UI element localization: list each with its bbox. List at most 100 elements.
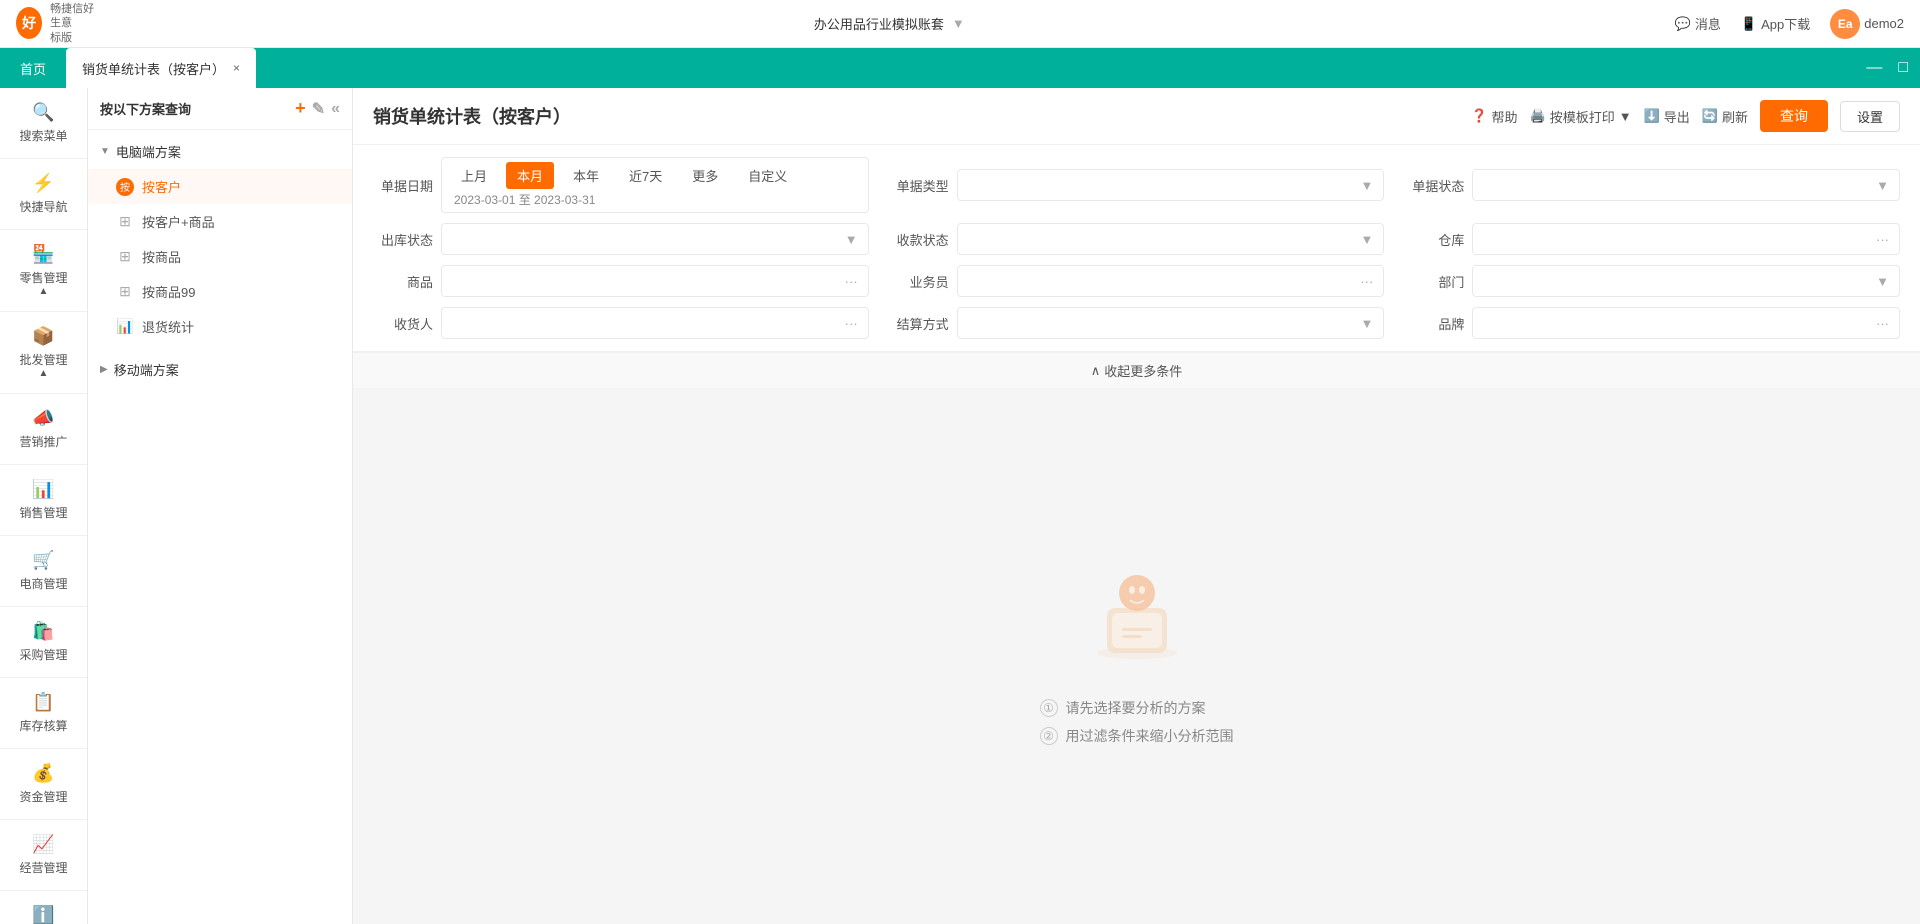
tab-active[interactable]: 销货单统计表（按客户） × xyxy=(66,48,256,88)
sidebar-item-sales[interactable]: 📊 销售管理 xyxy=(0,465,87,536)
refresh-icon: 🔄 xyxy=(1702,108,1718,124)
salesperson-dots[interactable]: ··· xyxy=(1360,274,1373,289)
operations-icon: 📈 xyxy=(32,834,54,855)
warehouse-label: 仓库 xyxy=(1404,230,1464,249)
scheme-panel-header: 按以下方案查询 + ✎ « xyxy=(88,88,352,130)
sidebar-item-marketing[interactable]: 📣 营销推广 xyxy=(0,394,87,465)
desktop-group-toggle[interactable]: ▼ 电脑端方案 xyxy=(88,134,352,169)
basic-icon: ℹ️ xyxy=(32,905,54,924)
consignee-input[interactable]: ··· xyxy=(441,307,869,339)
date-quick-buttons: 上月 本月 本年 近7天 更多 自定义 xyxy=(450,162,798,189)
sidebar-item-quicknav[interactable]: ⚡ 快捷导航 xyxy=(0,159,87,230)
sidebar-item-inventory[interactable]: 📋 库存核算 xyxy=(0,678,87,749)
scheme-item-by-product-99[interactable]: ⊞ 按商品99 xyxy=(88,274,352,309)
empty-hint-1: ① 请先选择要分析的方案 xyxy=(1040,698,1234,718)
retail-expand-icon: ▲ xyxy=(39,286,49,297)
title-dropdown-icon[interactable]: ▼ xyxy=(952,16,965,31)
salesperson-label: 业务员 xyxy=(889,272,949,291)
export-button[interactable]: ⬇️ 导出 xyxy=(1644,107,1690,126)
scheme-item-by-customer[interactable]: 按 按客户 xyxy=(88,169,352,204)
hint-2-number: ② xyxy=(1040,727,1058,745)
filter-cell-order-status: 单据状态 ▼ xyxy=(1404,157,1900,213)
user-avatar-button[interactable]: Ea demo2 xyxy=(1830,9,1904,39)
scheme-item-return-stats[interactable]: 📊 退货统计 xyxy=(88,309,352,344)
filter-row-2: 出库状态 ▼ 收款状态 ▼ 仓库 xyxy=(373,223,1900,255)
export-icon: ⬇️ xyxy=(1644,108,1660,124)
warehouse-dots[interactable]: ··· xyxy=(1876,232,1889,247)
sidebar-item-basic[interactable]: ℹ️ 基础信息 xyxy=(0,891,87,924)
sidebar-item-retail[interactable]: 🏪 零售管理 ▲ xyxy=(0,230,87,312)
date-filter-control: 上月 本月 本年 近7天 更多 自定义 2023-03-01 至 2023-03… xyxy=(441,157,869,213)
mobile-group-toggle[interactable]: ▶ 移动端方案 xyxy=(88,352,352,387)
scheme-item-by-customer-product[interactable]: ⊞ 按客户+商品 xyxy=(88,204,352,239)
help-button[interactable]: ❓ 帮助 xyxy=(1471,107,1517,126)
scheme-edit-button[interactable]: ✎ xyxy=(312,99,325,119)
brand-input[interactable]: ··· xyxy=(1472,307,1900,339)
settlement-select[interactable]: ▼ xyxy=(957,307,1385,339)
product-dots[interactable]: ··· xyxy=(845,274,858,289)
filter-cell-receipt-status: 收款状态 ▼ xyxy=(889,223,1385,255)
sidebar-item-purchase[interactable]: 🛍️ 采购管理 xyxy=(0,607,87,678)
department-label: 部门 xyxy=(1404,272,1464,291)
mobile-group-arrow: ▶ xyxy=(100,364,108,375)
scheme-item-by-product[interactable]: ⊞ 按商品 xyxy=(88,239,352,274)
message-button[interactable]: 💬 消息 xyxy=(1675,14,1721,33)
main-content: 销货单统计表（按客户） ❓ 帮助 🖨️ 按模板打印 ▼ ⬇️ 导出 xyxy=(353,88,1920,924)
tab-close-button[interactable]: × xyxy=(233,61,240,75)
collapse-up-icon: ∧ xyxy=(1091,363,1101,379)
print-button[interactable]: 🖨️ 按模板打印 ▼ xyxy=(1530,107,1632,126)
wholesale-expand-icon: ▲ xyxy=(39,368,49,379)
brand-dots[interactable]: ··· xyxy=(1876,316,1889,331)
empty-state-illustration xyxy=(1077,558,1197,678)
receipt-status-dropdown-icon: ▼ xyxy=(1360,232,1373,247)
out-status-select[interactable]: ▼ xyxy=(441,223,869,255)
empty-hint-2: ② 用过滤条件来缩小分析范围 xyxy=(1040,726,1234,746)
query-button[interactable]: 查询 xyxy=(1760,100,1828,132)
logo-area: 好 畅捷信好生意 标版 xyxy=(16,2,104,45)
sidebar: 🔍 搜索菜单 ⚡ 快捷导航 🏪 零售管理 ▲ 📦 批发管理 ▲ 📣 营销推广 📊… xyxy=(0,88,88,924)
date-btn-custom[interactable]: 自定义 xyxy=(737,162,798,189)
date-btn-last-7[interactable]: 近7天 xyxy=(618,162,673,189)
desktop-scheme-group: ▼ 电脑端方案 按 按客户 ⊞ 按客户+商品 ⊞ 按商品 ⊞ 按商品99 xyxy=(88,130,352,348)
sidebar-item-search[interactable]: 🔍 搜索菜单 xyxy=(0,88,87,159)
app-download-button[interactable]: 📱 App下载 xyxy=(1741,14,1810,33)
inventory-icon: 📋 xyxy=(32,692,54,713)
scheme-by-customer-product-icon: ⊞ xyxy=(116,213,134,231)
filter-cell-department: 部门 ▼ xyxy=(1404,265,1900,297)
date-btn-last-month[interactable]: 上月 xyxy=(450,162,498,189)
date-btn-more[interactable]: 更多 xyxy=(681,162,729,189)
consignee-dots[interactable]: ··· xyxy=(845,316,858,331)
sidebar-item-ecommerce[interactable]: 🛒 电商管理 xyxy=(0,536,87,607)
receipt-status-select[interactable]: ▼ xyxy=(957,223,1385,255)
order-status-select[interactable]: ▼ xyxy=(1472,169,1900,201)
date-range-text: 2023-03-01 至 2023-03-31 xyxy=(454,191,595,208)
refresh-button[interactable]: 🔄 刷新 xyxy=(1702,107,1748,126)
product-input[interactable]: ··· xyxy=(441,265,869,297)
out-status-label: 出库状态 xyxy=(373,230,433,249)
header-right: 💬 消息 📱 App下载 Ea demo2 xyxy=(1675,9,1904,39)
sidebar-item-operations[interactable]: 📈 经营管理 xyxy=(0,820,87,891)
salesperson-input[interactable]: ··· xyxy=(957,265,1385,297)
department-select[interactable]: ▼ xyxy=(1472,265,1900,297)
order-type-select[interactable]: ▼ xyxy=(957,169,1385,201)
date-btn-this-year[interactable]: 本年 xyxy=(562,162,610,189)
date-btn-this-month[interactable]: 本月 xyxy=(506,162,554,189)
sidebar-item-finance[interactable]: 💰 资金管理 xyxy=(0,749,87,820)
scheme-add-button[interactable]: + xyxy=(295,98,306,119)
sidebar-item-wholesale[interactable]: 📦 批发管理 ▲ xyxy=(0,312,87,394)
window-minimize-icon[interactable]: — xyxy=(1862,55,1886,81)
settings-button[interactable]: 设置 xyxy=(1840,101,1900,132)
filter-row-4: 收货人 ··· 结算方式 ▼ 品牌 xyxy=(373,307,1900,339)
window-maximize-icon[interactable]: □ xyxy=(1894,55,1912,81)
out-status-dropdown-icon: ▼ xyxy=(845,232,858,247)
settlement-dropdown-icon: ▼ xyxy=(1360,316,1373,331)
scheme-panel: 按以下方案查询 + ✎ « ▼ 电脑端方案 按 按客户 ⊞ 按 xyxy=(88,88,353,924)
collapse-bar[interactable]: ∧ 收起更多条件 xyxy=(353,352,1920,388)
filter-area: 单据日期 上月 本月 本年 近7天 更多 自定义 2023-03-01 至 20… xyxy=(353,145,1920,352)
warehouse-input[interactable]: ··· xyxy=(1472,223,1900,255)
scheme-collapse-button[interactable]: « xyxy=(331,100,340,118)
page-title: 销货单统计表（按客户） xyxy=(373,103,571,129)
tab-bar-right: — □ xyxy=(1862,55,1920,81)
retail-icon: 🏪 xyxy=(32,244,54,265)
tab-home[interactable]: 首页 xyxy=(0,48,66,88)
